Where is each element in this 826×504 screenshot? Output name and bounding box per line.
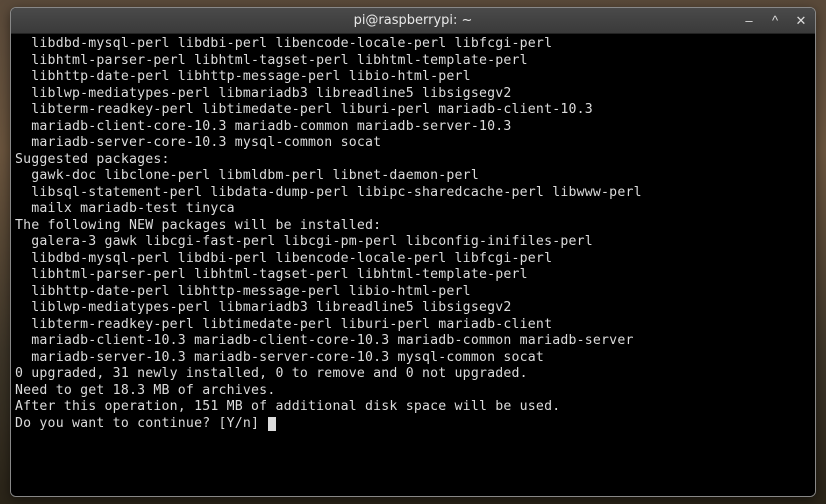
window-controls: – ^ ✕ [741, 8, 809, 33]
terminal-line: liblwp-mediatypes-perl libmariadb3 libre… [15, 300, 811, 317]
terminal-line: 0 upgraded, 31 newly installed, 0 to rem… [15, 366, 811, 383]
terminal-line: libterm-readkey-perl libtimedate-perl li… [15, 102, 811, 119]
terminal-line: libsql-statement-perl libdata-dump-perl … [15, 185, 811, 202]
terminal-line: libhtml-parser-perl libhtml-tagset-perl … [15, 267, 811, 284]
terminal-line: libdbd-mysql-perl libdbi-perl libencode-… [15, 251, 811, 268]
terminal-line: mariadb-server-10.3 mariadb-server-core-… [15, 350, 811, 367]
terminal-line: gawk-doc libclone-perl libmldbm-perl lib… [15, 168, 811, 185]
terminal-window: pi@raspberrypi: ~ – ^ ✕ libdbd-mysql-per… [10, 7, 816, 497]
close-button[interactable]: ✕ [793, 14, 809, 27]
terminal-line: Suggested packages: [15, 152, 811, 169]
terminal-cursor [268, 417, 276, 431]
window-title: pi@raspberrypi: ~ [354, 13, 473, 28]
terminal-line: libdbd-mysql-perl libdbi-perl libencode-… [15, 36, 811, 53]
terminal-line: After this operation, 151 MB of addition… [15, 399, 811, 416]
terminal-line: libhttp-date-perl libhttp-message-perl l… [15, 69, 811, 86]
terminal-line: libhttp-date-perl libhttp-message-perl l… [15, 284, 811, 301]
terminal-prompt-line[interactable]: Do you want to continue? [Y/n] [15, 416, 811, 433]
terminal-line: libhtml-parser-perl libhtml-tagset-perl … [15, 53, 811, 70]
maximize-button[interactable]: ^ [767, 14, 783, 27]
terminal-line: libterm-readkey-perl libtimedate-perl li… [15, 317, 811, 334]
terminal-line: liblwp-mediatypes-perl libmariadb3 libre… [15, 86, 811, 103]
terminal-line: mariadb-server-core-10.3 mysql-common so… [15, 135, 811, 152]
terminal-line: galera-3 gawk libcgi-fast-perl libcgi-pm… [15, 234, 811, 251]
terminal-line: mariadb-client-10.3 mariadb-client-core-… [15, 333, 811, 350]
terminal-line: Need to get 18.3 MB of archives. [15, 383, 811, 400]
minimize-button[interactable]: – [741, 14, 757, 27]
titlebar[interactable]: pi@raspberrypi: ~ – ^ ✕ [11, 8, 815, 34]
terminal-line: mariadb-client-core-10.3 mariadb-common … [15, 119, 811, 136]
terminal-line: The following NEW packages will be insta… [15, 218, 811, 235]
terminal-prompt-text: Do you want to continue? [Y/n] [15, 416, 267, 431]
terminal-line: mailx mariadb-test tinyca [15, 201, 811, 218]
terminal-output[interactable]: libdbd-mysql-perl libdbi-perl libencode-… [11, 34, 815, 496]
